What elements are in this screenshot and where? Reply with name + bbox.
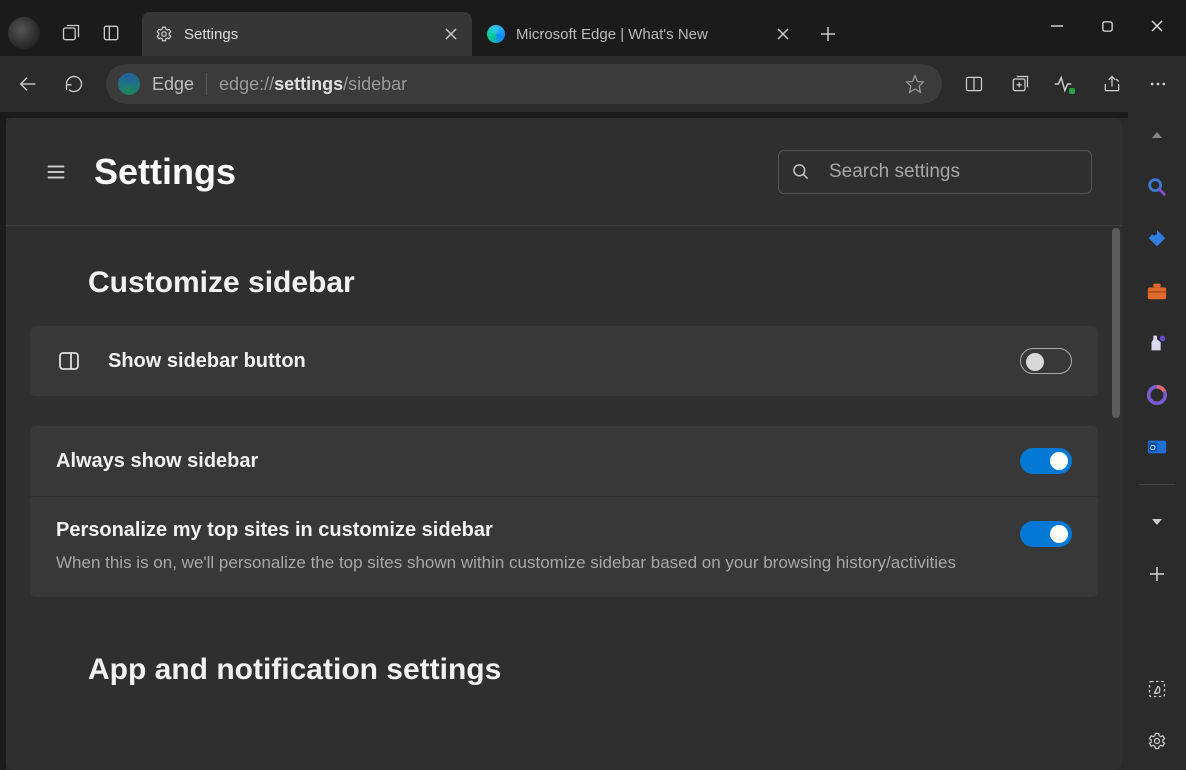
titlebar: Settings Microsoft Edge | What's New [0,0,1186,56]
tab-label: Microsoft Edge | What's New [516,26,708,43]
search-icon [791,162,811,182]
collections-icon[interactable] [998,62,1042,106]
window-controls [1034,10,1186,42]
toggle-always-show-sidebar[interactable] [1020,448,1072,474]
sidebar-separator [1139,484,1175,485]
section-title-app-notifications: App and notification settings [88,653,1098,687]
card-sidebar-options: Always show sidebar Personalize my top s… [30,426,1098,597]
sidebar-panel-icon [56,349,82,373]
section-title-customize-sidebar: Customize sidebar [88,266,1098,300]
workspaces-icon[interactable] [54,16,88,50]
edge-logo-icon [486,24,506,44]
browser-toolbar: Edge edge://settings/sidebar [0,56,1186,112]
profile-avatar[interactable] [8,17,40,49]
edge-logo-icon [118,73,140,95]
tab-label: Settings [184,26,238,43]
separator [206,73,207,95]
gear-icon [154,24,174,44]
outlook-icon[interactable]: O [1142,432,1172,462]
sidebar-collapse-icon[interactable] [1142,120,1172,150]
tab-actions-icon[interactable] [94,16,128,50]
games-icon[interactable] [1142,328,1172,358]
toolbox-icon[interactable] [1142,276,1172,306]
card-show-sidebar-button: Show sidebar button [30,326,1098,396]
split-screen-icon[interactable] [952,62,996,106]
row-personalize-top-sites: Personalize my top sites in customize si… [30,497,1098,597]
browser-sidebar: O [1128,112,1186,770]
tab-whatsnew[interactable]: Microsoft Edge | What's New [474,12,804,56]
search-settings-field[interactable] [778,150,1092,194]
add-sidebar-icon[interactable] [1142,559,1172,589]
row-label: Show sidebar button [108,350,1020,373]
close-window-button[interactable] [1134,10,1180,42]
menu-hamburger-icon[interactable] [36,152,76,192]
row-label: Personalize my top sites in customize si… [56,519,1020,542]
titlebar-left [0,16,142,56]
screenshot-icon[interactable] [1142,674,1172,704]
performance-icon[interactable] [1044,62,1088,106]
search-sidebar-icon[interactable] [1142,172,1172,202]
address-bar[interactable]: Edge edge://settings/sidebar [106,64,942,104]
scrollbar[interactable] [1112,228,1120,418]
favorite-star-icon[interactable] [900,69,930,99]
app-area: Settings Customize sidebar Sh [0,112,1186,770]
m365-icon[interactable] [1142,380,1172,410]
sidebar-settings-gear-icon[interactable] [1142,726,1172,756]
row-description: When this is on, we'll personalize the t… [56,552,1020,575]
row-always-show-sidebar: Always show sidebar [30,426,1098,497]
svg-text:O: O [1150,443,1156,452]
settings-page: Settings Customize sidebar Sh [6,118,1122,770]
row-label: Always show sidebar [56,450,1020,473]
more-menu-icon[interactable] [1136,62,1180,106]
page-title: Settings [94,151,778,193]
row-show-sidebar-button: Show sidebar button [30,326,1098,396]
new-tab-button[interactable] [810,16,846,52]
search-input[interactable] [827,160,1079,184]
chevron-down-icon[interactable] [1142,507,1172,537]
shopping-tag-icon[interactable] [1142,224,1172,254]
minimize-button[interactable] [1034,10,1080,42]
url-scheme-label: Edge [152,74,194,95]
tab-settings[interactable]: Settings [142,12,472,56]
tab-strip: Settings Microsoft Edge | What's New [142,0,1034,56]
maximize-button[interactable] [1084,10,1130,42]
toggle-personalize-top-sites[interactable] [1020,521,1072,547]
refresh-button[interactable] [52,62,96,106]
url-text: edge://settings/sidebar [219,74,900,95]
settings-header: Settings [6,118,1122,226]
close-icon[interactable] [440,23,462,45]
back-button[interactable] [6,62,50,106]
content-wrapper: Settings Customize sidebar Sh [6,118,1128,770]
close-icon[interactable] [772,23,794,45]
toggle-show-sidebar-button[interactable] [1020,348,1072,374]
settings-body: Customize sidebar Show sidebar button Al… [6,226,1122,770]
share-icon[interactable] [1090,62,1134,106]
